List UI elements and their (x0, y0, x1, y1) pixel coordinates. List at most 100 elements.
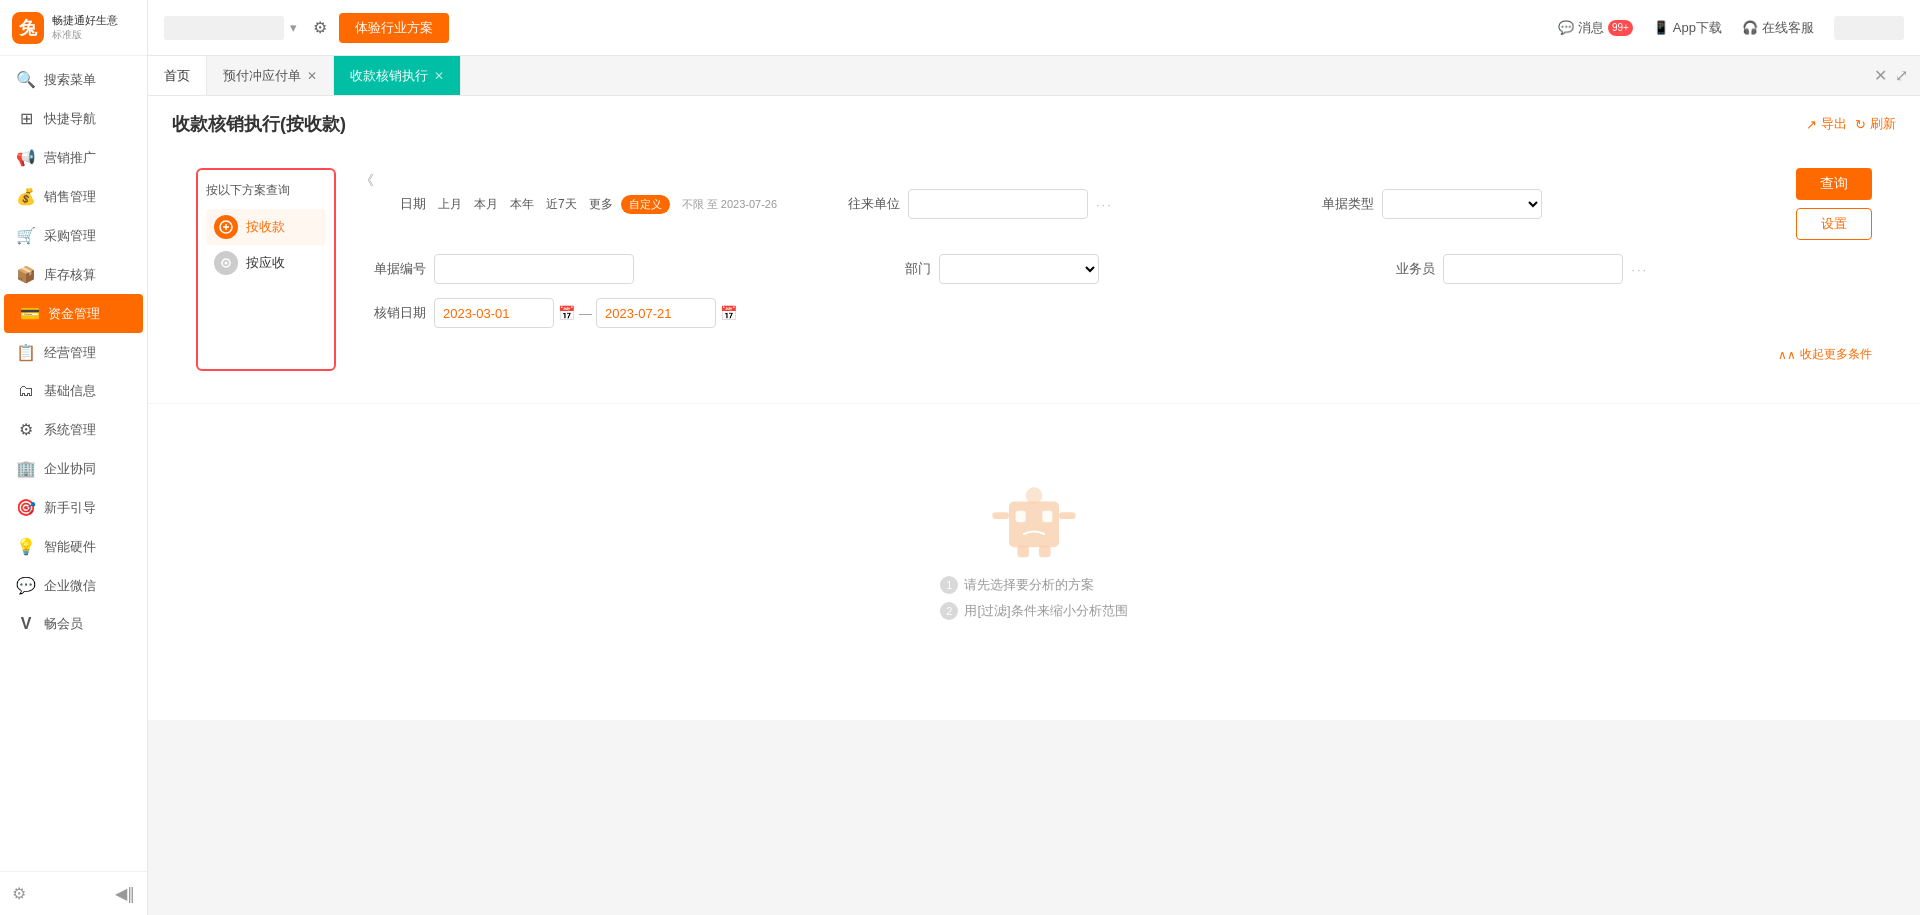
date-shortcut-7days[interactable]: 近7天 (542, 194, 581, 215)
sidebar-item-search[interactable]: 🔍 搜索菜单 (0, 60, 147, 99)
sidebar-item-label: 系统管理 (44, 421, 96, 439)
company-selector[interactable]: ▾ (164, 16, 297, 40)
svg-point-10 (1026, 487, 1043, 504)
tab-home[interactable]: 首页 (148, 56, 207, 95)
sidebar-item-collab[interactable]: 🏢 企业协同 (0, 449, 147, 488)
writeoff-date-start-input[interactable] (434, 298, 554, 328)
date-shortcut-last-month[interactable]: 上月 (434, 194, 466, 215)
writeoff-tab-close-icon[interactable]: ✕ (434, 69, 444, 83)
date-group: 日期 上月 本月 本年 近7天 更多 自定义 不限 至 2023-07-26 (374, 194, 832, 215)
sidebar-item-membership[interactable]: V 畅会员 (0, 605, 147, 643)
sidebar-item-label: 企业协同 (44, 460, 96, 478)
department-label: 部门 (879, 260, 931, 278)
payment-option-icon (214, 215, 238, 239)
writeoff-start-cal-icon[interactable]: 📅 (558, 305, 575, 321)
user-avatar[interactable] (1834, 16, 1904, 40)
sidebar-item-purchase[interactable]: 🛒 采购管理 (0, 216, 147, 255)
online-service-label: 在线客服 (1762, 19, 1814, 37)
tab-writeoff[interactable]: 收款核销执行 ✕ (334, 56, 461, 95)
tab-expand-icon[interactable]: ⤢ (1895, 66, 1908, 85)
filter-option-label: 按应收 (246, 254, 285, 272)
svg-rect-4 (1016, 511, 1026, 523)
settings-button[interactable]: 设置 (1796, 208, 1872, 240)
empty-tip-1: 1 请先选择要分析的方案 (940, 576, 1127, 594)
writeoff-end-cal-icon[interactable]: 📅 (720, 305, 737, 321)
sidebar-navigation: 🔍 搜索菜单 ⊞ 快捷导航 📢 营销推广 💰 销售管理 🛒 采购管理 📦 库存核… (0, 56, 147, 871)
app-version: 标准版 (52, 28, 118, 42)
filter-option-by-receivable[interactable]: 按应收 (206, 245, 326, 281)
message-label: 消息 (1578, 19, 1604, 37)
purchase-icon: 🛒 (16, 226, 36, 245)
svg-rect-6 (992, 512, 1009, 519)
export-button[interactable]: ↗ 导出 (1806, 115, 1847, 133)
page-header: 收款核销执行(按收款) ↗ 导出 ↻ 刷新 (148, 96, 1920, 136)
sidebar-item-finance[interactable]: 💳 资金管理 (4, 294, 143, 333)
svg-point-2 (225, 262, 228, 265)
topbar-right: 💬 消息 99+ 📱 App下载 🎧 在线客服 (1558, 16, 1904, 40)
chevron-up-icon: ∧∧ (1778, 348, 1796, 362)
sidebar-item-sales[interactable]: 💰 销售管理 (0, 177, 147, 216)
sidebar-item-inventory[interactable]: 📦 库存核算 (0, 255, 147, 294)
prepay-tab-close-icon[interactable]: ✕ (307, 69, 317, 83)
refresh-button[interactable]: ↻ 刷新 (1855, 115, 1896, 133)
date-shortcut-more[interactable]: 更多 (585, 194, 617, 215)
membership-icon: V (16, 615, 36, 633)
sidebar-item-tutorial[interactable]: 🎯 新手引导 (0, 488, 147, 527)
sidebar-item-basic-info[interactable]: 🗂 基础信息 (0, 372, 147, 410)
online-service-button[interactable]: 🎧 在线客服 (1742, 19, 1814, 37)
collapse-more-button[interactable]: ∧∧ 收起更多条件 (374, 342, 1872, 371)
date-range-dash: — (579, 306, 592, 321)
message-badge: 99+ (1608, 20, 1633, 36)
sidebar-collapse-icon[interactable]: ◀‖ (115, 884, 135, 903)
message-button[interactable]: 💬 消息 99+ (1558, 19, 1633, 37)
topbar-gear-icon[interactable]: ⚙ (313, 18, 327, 37)
app-logo-icon: 兔 (12, 12, 44, 44)
doc-number-input[interactable] (434, 254, 634, 284)
page-title: 收款核销执行(按收款) (172, 112, 346, 136)
sidebar-item-operations[interactable]: 📋 经营管理 (0, 333, 147, 372)
salesperson-input[interactable] (1443, 254, 1623, 284)
sidebar-item-wechat[interactable]: 💬 企业微信 (0, 566, 147, 605)
date-shortcut-this-year[interactable]: 本年 (506, 194, 538, 215)
date-shortcut-custom[interactable]: 自定义 (621, 195, 670, 214)
sidebar-item-label: 企业微信 (44, 577, 96, 595)
empty-tips: 1 请先选择要分析的方案 2 用[过滤]条件来缩小分析范围 (940, 576, 1127, 620)
tab-spacer (461, 56, 1862, 95)
sidebar-item-label: 营销推广 (44, 149, 96, 167)
query-button[interactable]: 查询 (1796, 168, 1872, 200)
home-tab-label: 首页 (164, 67, 190, 85)
doc-number-group: 单据编号 (374, 254, 863, 284)
svg-rect-3 (1009, 502, 1059, 548)
salesperson-more-icon[interactable]: ··· (1631, 262, 1648, 277)
sidebar-item-system[interactable]: ⚙ 系统管理 (0, 410, 147, 449)
tab-prepay[interactable]: 预付冲应付单 ✕ (207, 56, 334, 95)
export-label: 导出 (1821, 115, 1847, 133)
app-name: 畅捷通好生意 (52, 13, 118, 28)
app-download-button[interactable]: 📱 App下载 (1653, 19, 1722, 37)
tab-close-all-icon[interactable]: ✕ (1874, 66, 1887, 85)
department-select[interactable] (939, 254, 1099, 284)
doc-type-select[interactable] (1382, 189, 1542, 219)
counterparty-more-icon[interactable]: ··· (1096, 197, 1113, 212)
writeoff-date-end-input[interactable] (596, 298, 716, 328)
sidebar-item-quicknav[interactable]: ⊞ 快捷导航 (0, 99, 147, 138)
filter-row-3: 核销日期 📅 — 📅 (374, 298, 1872, 328)
search-nav-icon: 🔍 (16, 70, 36, 89)
filter-container: 按以下方案查询 按收款 按应收 《 (172, 152, 1896, 387)
date-range-text: 不限 至 2023-07-26 (682, 197, 777, 212)
sidebar-item-marketing[interactable]: 📢 营销推广 (0, 138, 147, 177)
sidebar-settings-icon[interactable]: ⚙ (12, 884, 26, 903)
date-shortcut-this-month[interactable]: 本月 (470, 194, 502, 215)
filter-option-by-payment[interactable]: 按收款 (206, 209, 326, 245)
filter-collapse-button[interactable]: 《 (360, 172, 374, 190)
inventory-icon: 📦 (16, 265, 36, 284)
sidebar-item-hardware[interactable]: 💡 智能硬件 (0, 527, 147, 566)
doc-type-label: 单据类型 (1322, 195, 1374, 213)
company-dropdown-icon[interactable]: ▾ (290, 20, 297, 35)
solution-button[interactable]: 体验行业方案 (339, 13, 449, 43)
tip-text-2: 用[过滤]条件来缩小分析范围 (964, 602, 1127, 620)
counterparty-input[interactable] (908, 189, 1088, 219)
sidebar-item-label: 库存核算 (44, 266, 96, 284)
sidebar-item-label: 快捷导航 (44, 110, 96, 128)
filter-sidebar-title: 按以下方案查询 (206, 182, 326, 199)
